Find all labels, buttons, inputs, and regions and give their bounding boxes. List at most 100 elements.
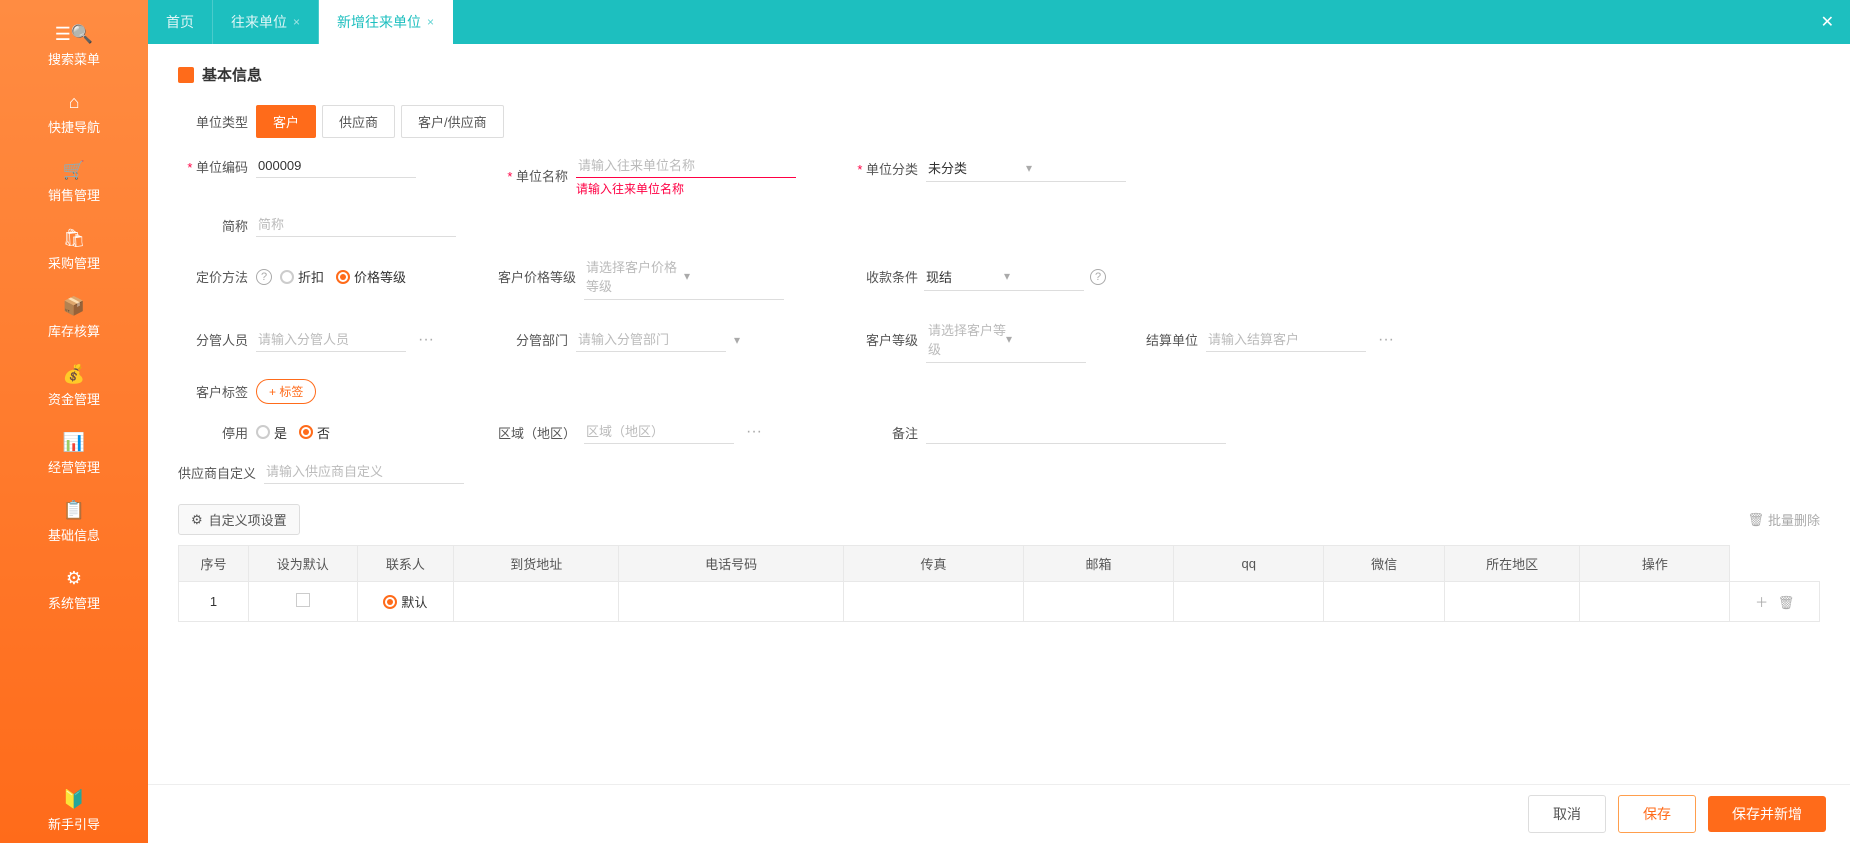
phone-input[interactable]: [883, 590, 983, 613]
pricing-level-label[interactable]: 价格等级: [336, 267, 406, 286]
disabled-label: 停用: [178, 423, 248, 442]
row-region-input[interactable]: [1615, 590, 1695, 613]
tab-new-partner-close[interactable]: ×: [427, 15, 434, 29]
cell-checkbox[interactable]: [248, 582, 357, 622]
cell-contact-name[interactable]: [454, 582, 619, 622]
sidebar-item-sales[interactable]: 🛒 销售管理: [0, 146, 148, 214]
region-more-icon[interactable]: ···: [742, 423, 766, 441]
sidebar-item-system[interactable]: ⚙ 系统管理: [0, 554, 148, 622]
customer-level-select[interactable]: 请选择客户等级 ▾: [926, 316, 1086, 363]
payment-terms-select[interactable]: 现结 ▾: [924, 263, 1084, 291]
cell-row-action: ＋ 🗑: [1730, 582, 1820, 622]
row-delete-icon[interactable]: 🗑: [1778, 595, 1795, 610]
inventory-icon: 📦: [63, 296, 85, 317]
custom-settings-button[interactable]: ⚙ 自定义项设置: [178, 504, 300, 535]
pricing-discount-label[interactable]: 折扣: [280, 267, 324, 286]
supplier-custom-input[interactable]: [264, 460, 464, 484]
disabled-yes-radio[interactable]: [256, 425, 270, 439]
pricing-help-icon[interactable]: ?: [256, 269, 272, 285]
short-name-label: 简称: [178, 216, 248, 235]
sidebar: ☰🔍 搜索菜单 ⌂ 快捷导航 🛒 销售管理 🛍 采购管理 📦 库存核算 💰 资金…: [0, 0, 148, 843]
supplier-custom-label: 供应商自定义: [178, 463, 256, 482]
dept-group: 分管部门 ▾: [498, 328, 848, 352]
manager-more-icon[interactable]: ···: [414, 331, 438, 349]
sales-icon: 🛒: [63, 160, 85, 181]
sidebar-item-basic[interactable]: 📋 基础信息: [0, 486, 148, 554]
btn-customer[interactable]: 客户: [256, 105, 316, 138]
settlement-unit-input[interactable]: [1206, 328, 1366, 352]
disabled-yes-label[interactable]: 是: [256, 423, 287, 442]
qq-input[interactable]: [1354, 590, 1414, 613]
address-input[interactable]: [666, 590, 796, 613]
remark-group: 备注: [848, 420, 1820, 444]
save-new-button[interactable]: 保存并新增: [1708, 796, 1826, 832]
customer-price-level-select[interactable]: 请选择客户价格等级 ▾: [584, 253, 784, 300]
btn-both[interactable]: 客户/供应商: [401, 105, 504, 138]
region-group: 区域（地区） ···: [498, 420, 848, 444]
email-input[interactable]: [1209, 590, 1289, 613]
unit-category-label: 单位分类: [848, 159, 918, 178]
pricing-level-radio[interactable]: [336, 270, 350, 284]
pricing-radio-group: 折扣 价格等级: [280, 267, 406, 286]
sidebar-item-purchase[interactable]: 🛍 采购管理: [0, 214, 148, 282]
cell-wechat[interactable]: [1444, 582, 1579, 622]
sidebar-item-quicknav[interactable]: ⌂ 快捷导航: [0, 78, 148, 146]
cell-phone[interactable]: [843, 582, 1023, 622]
tab-partners-close[interactable]: ×: [293, 15, 300, 29]
cell-email[interactable]: [1174, 582, 1324, 622]
row-add-icon[interactable]: ＋: [1755, 595, 1768, 610]
sidebar-item-inventory[interactable]: 📦 库存核算: [0, 282, 148, 350]
contact-name-input[interactable]: [491, 590, 581, 613]
unit-name-group: 单位名称 请输入往来单位名称: [498, 154, 848, 197]
settlement-more-icon[interactable]: ···: [1374, 331, 1398, 349]
unit-name-input[interactable]: [576, 154, 796, 178]
cell-fax[interactable]: [1023, 582, 1173, 622]
sidebar-item-operations[interactable]: 📊 经营管理: [0, 418, 148, 486]
guide-icon: 🔰: [63, 789, 85, 810]
payment-help-icon[interactable]: ?: [1090, 269, 1106, 285]
cell-qq[interactable]: [1324, 582, 1444, 622]
wechat-input[interactable]: [1477, 590, 1547, 613]
unit-name-label: 单位名称: [498, 166, 568, 185]
default-radio-label[interactable]: 默认: [383, 592, 427, 611]
sidebar-item-finance[interactable]: 💰 资金管理: [0, 350, 148, 418]
manager-row: 分管人员 ··· 分管部门 ▾ 客户等级 请选择客户等级 ▾ 结算单位: [178, 316, 1820, 363]
fax-input[interactable]: [1059, 590, 1139, 613]
row-checkbox[interactable]: [296, 593, 310, 607]
tab-home[interactable]: 首页: [148, 0, 213, 44]
sidebar-item-guide[interactable]: 🔰 新手引导: [0, 775, 148, 843]
tab-partners[interactable]: 往来单位 ×: [213, 0, 319, 44]
btn-supplier[interactable]: 供应商: [322, 105, 395, 138]
cell-address[interactable]: [619, 582, 844, 622]
sidebar-item-search[interactable]: ☰🔍 搜索菜单: [0, 10, 148, 78]
pricing-row: 定价方法 ? 折扣 价格等级 客户价格等级 请选择客户价格等级: [178, 253, 1820, 300]
form-footer: 取消 保存 保存并新增: [148, 784, 1850, 843]
pricing-discount-radio[interactable]: [280, 270, 294, 284]
pricing-group: 定价方法 ? 折扣 价格等级: [178, 267, 498, 286]
dept-select[interactable]: ▾: [734, 333, 740, 347]
short-name-input[interactable]: [256, 213, 456, 237]
unit-type-row: 单位类型 客户 供应商 客户/供应商: [178, 105, 1820, 138]
remark-input[interactable]: [926, 420, 1226, 444]
region-input[interactable]: [584, 420, 734, 444]
default-radio[interactable]: [383, 595, 397, 609]
disabled-no-radio[interactable]: [299, 425, 313, 439]
dept-input[interactable]: [576, 328, 726, 352]
unit-category-select[interactable]: 未分类 ▾: [926, 154, 1126, 182]
disabled-no-label[interactable]: 否: [299, 423, 330, 442]
unit-type-label: 单位类型: [178, 112, 248, 131]
customer-price-level-group: 客户价格等级 请选择客户价格等级 ▾: [498, 253, 848, 300]
cell-row-region[interactable]: [1580, 582, 1730, 622]
cancel-button[interactable]: 取消: [1528, 795, 1606, 833]
unit-name-error: 请输入往来单位名称: [576, 180, 796, 197]
batch-delete-button[interactable]: 🗑 批量删除: [1747, 510, 1820, 529]
window-close-button[interactable]: ✕: [1821, 12, 1834, 32]
manager-input[interactable]: [256, 328, 406, 352]
unit-info-row: 单位编码 单位名称 请输入往来单位名称 单位分类 未分类 ▾: [178, 154, 1820, 197]
add-tag-button[interactable]: + 标签: [256, 379, 316, 404]
tab-new-partner[interactable]: 新增往来单位 ×: [319, 0, 453, 44]
unit-code-input[interactable]: [256, 154, 416, 178]
main-area: 首页 往来单位 × 新增往来单位 × ✕ 基本信息 单位类型 客户 供应商 客户…: [148, 0, 1850, 843]
form-content: 基本信息 单位类型 客户 供应商 客户/供应商 单位编码 单位名称: [148, 44, 1850, 784]
save-button[interactable]: 保存: [1618, 795, 1696, 833]
